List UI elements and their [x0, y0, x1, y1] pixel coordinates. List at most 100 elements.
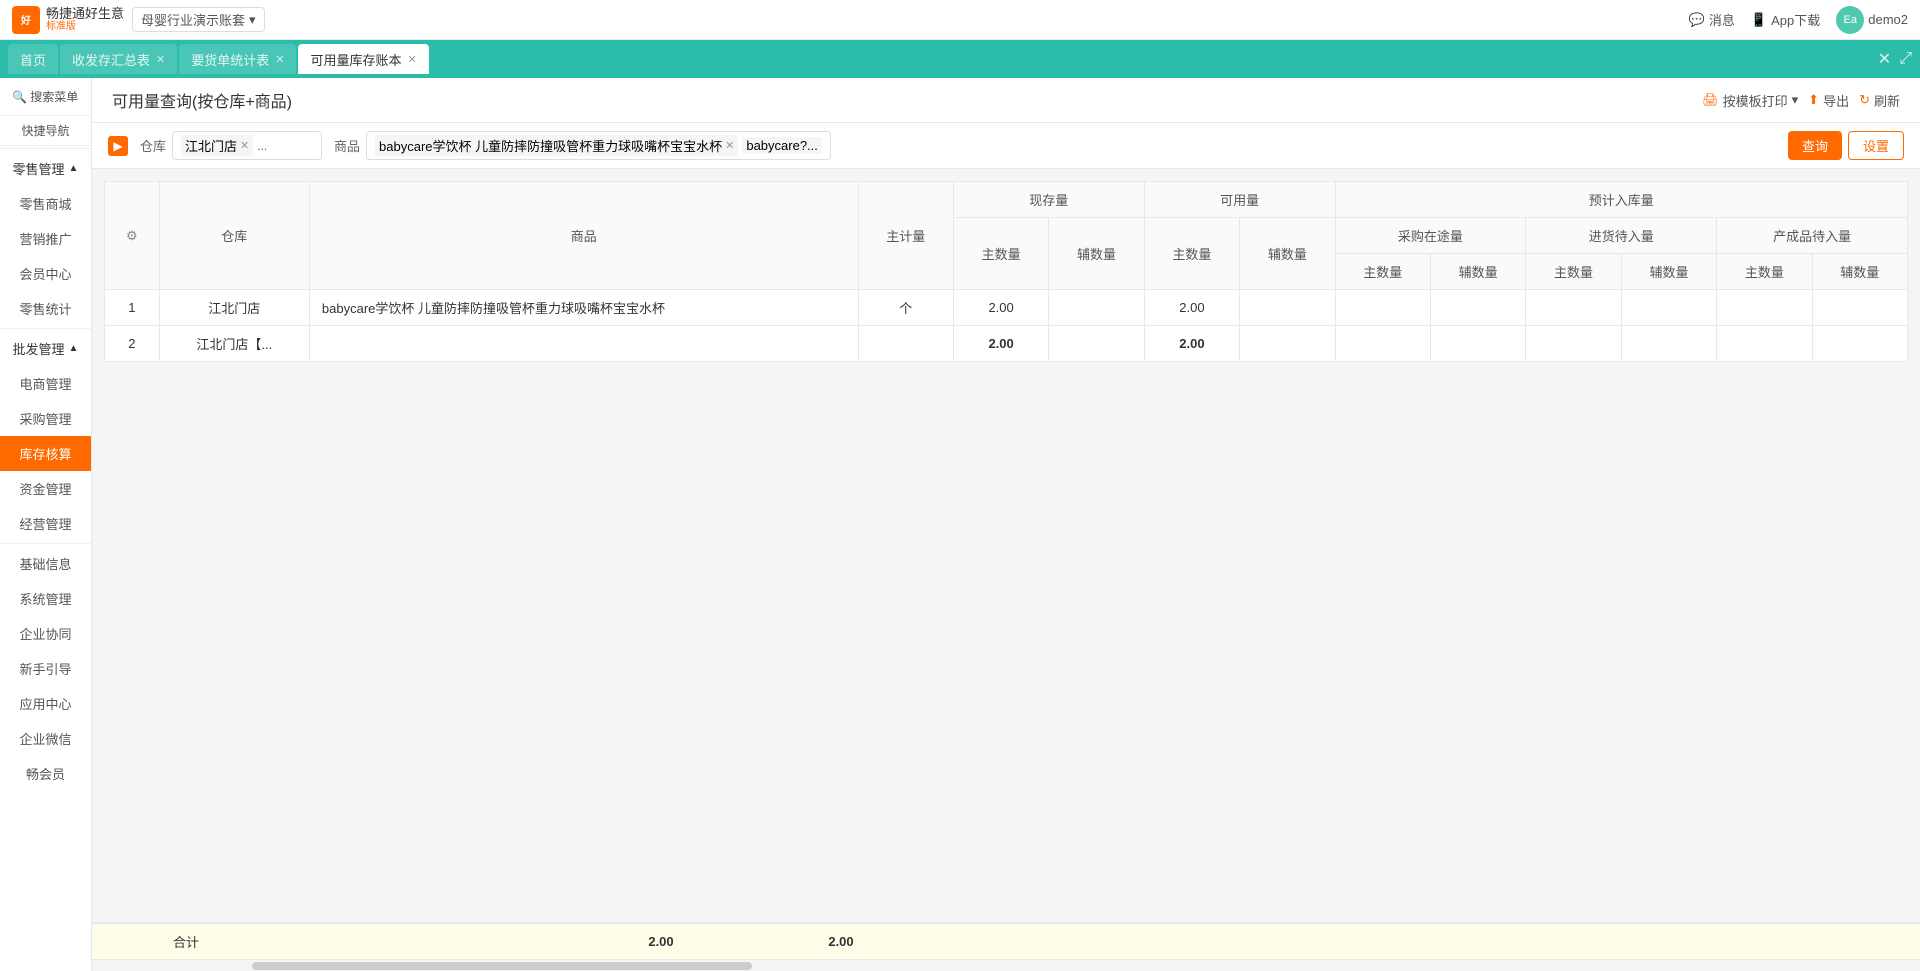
tab-close-order-stats[interactable]: ✕: [275, 53, 284, 66]
tab-home[interactable]: 首页: [8, 44, 58, 74]
print-icon: 🖨: [1702, 92, 1719, 108]
product-label: 商品: [334, 136, 360, 155]
sidebar: 🔍 搜索菜单 快捷导航 零售管理 ▲ 零售商城 营销推广 会员中心 零售统计 批…: [0, 78, 92, 971]
message-button[interactable]: 💬 消息: [1689, 10, 1735, 29]
divider: [0, 148, 91, 149]
chevron-down-icon: ▲: [69, 343, 79, 354]
th-pit-aux: 辅数量: [1430, 254, 1525, 290]
th-current-aux: 辅数量: [1049, 218, 1144, 290]
footer-rest: [976, 932, 1908, 951]
message-icon: 💬: [1689, 12, 1705, 28]
query-button[interactable]: 查询: [1788, 131, 1842, 160]
account-selector[interactable]: 母婴行业演示账套 ▾: [132, 7, 265, 32]
cell-available-aux-1: [1240, 290, 1335, 326]
sidebar-item-retail-stats[interactable]: 零售统计: [0, 291, 91, 326]
tab-order-stats[interactable]: 要货单统计表 ✕: [179, 44, 296, 74]
warehouse-input[interactable]: 江北门店 ✕ ...: [172, 131, 322, 160]
sidebar-item-member-center[interactable]: 会员中心: [0, 256, 91, 291]
divider3: [0, 543, 91, 544]
cell-available-aux-2: [1240, 326, 1335, 362]
download-icon: 📱: [1751, 12, 1767, 28]
th-inbound-pending: 进货待入量: [1526, 218, 1717, 254]
filter-bar: ▶ 仓库 江北门店 ✕ ... 商品 babycare学饮杯 儿童防摔防撞吸管杯…: [92, 123, 1920, 169]
tab-close-all-icon[interactable]: ✕: [1878, 49, 1891, 69]
cell-fp-aux-2: [1812, 326, 1907, 362]
sidebar-item-purchase-mgmt[interactable]: 采购管理: [0, 401, 91, 436]
content-area: 可用量查询(按仓库+商品) 🖨 按模板打印 ▾ ⬆ 导出 ↻ 刷新 ▶: [92, 78, 1920, 971]
divider2: [0, 328, 91, 329]
product-filter-group: 商品 babycare学饮杯 儿童防摔防撞吸管杯重力球吸嘴杯宝宝水杯 ✕ bab…: [334, 131, 831, 160]
footer-available-aux: [886, 932, 976, 951]
cell-product-2: [309, 326, 858, 362]
sidebar-item-enterprise-collab[interactable]: 企业协同: [0, 616, 91, 651]
sidebar-item-retail-mgmt[interactable]: 零售管理 ▲: [0, 151, 91, 186]
print-template-button[interactable]: 🖨 按模板打印 ▾: [1702, 91, 1798, 110]
horizontal-scrollbar[interactable]: [92, 959, 1920, 971]
th-current-stock: 现存量: [953, 182, 1144, 218]
footer-available-qty: 2.00: [796, 932, 886, 951]
warehouse-tag-remove[interactable]: ✕: [240, 139, 249, 152]
warehouse-tag: 江北门店 ✕: [181, 135, 253, 156]
cell-pit-aux-1: [1430, 290, 1525, 326]
sidebar-item-wholesale-mgmt[interactable]: 批发管理 ▲: [0, 331, 91, 366]
tab-bar-actions: ✕ ⤢: [1878, 49, 1912, 69]
refresh-button[interactable]: ↻ 刷新: [1859, 91, 1900, 110]
top-bar: 好 畅捷通好生意 标准版 母婴行业演示账套 ▾ 💬 消息 📱 App下载 Ea …: [0, 0, 1920, 40]
sidebar-item-operations-mgmt[interactable]: 经营管理: [0, 506, 91, 541]
scrollbar-thumb[interactable]: [252, 962, 752, 970]
sidebar-item-finance-mgmt[interactable]: 资金管理: [0, 471, 91, 506]
th-unit: 主计量: [858, 182, 953, 290]
app-download-button[interactable]: 📱 App下载: [1751, 10, 1820, 29]
tab-expand-icon[interactable]: ⤢: [1899, 50, 1912, 68]
th-fp-qty: 主数量: [1717, 254, 1812, 290]
cell-warehouse-1: 江北门店: [159, 290, 309, 326]
filter-expand-button[interactable]: ▶: [108, 136, 128, 156]
user-avatar[interactable]: Ea demo2: [1836, 6, 1908, 34]
tab-available-stock[interactable]: 可用量库存账本 ✕: [298, 44, 428, 74]
page-header: 可用量查询(按仓库+商品) 🖨 按模板打印 ▾ ⬆ 导出 ↻ 刷新: [92, 78, 1920, 123]
table-footer: 合计 2.00 2.00: [92, 922, 1920, 959]
cell-fp-qty-1: [1717, 290, 1812, 326]
th-gear[interactable]: ⚙: [105, 182, 160, 290]
sidebar-item-app-center[interactable]: 应用中心: [0, 686, 91, 721]
product-input[interactable]: babycare学饮杯 儿童防摔防撞吸管杯重力球吸嘴杯宝宝水杯 ✕ babyca…: [366, 131, 831, 160]
cell-product-1: babycare学饮杯 儿童防摔防撞吸管杯重力球吸嘴杯宝宝水杯: [309, 290, 858, 326]
cell-ip-qty-1: [1526, 290, 1621, 326]
sidebar-item-retail-shop[interactable]: 零售商城: [0, 186, 91, 221]
sidebar-item-new-guide[interactable]: 新手引导: [0, 651, 91, 686]
sidebar-item-enterprise-wechat[interactable]: 企业微信: [0, 721, 91, 756]
page-title: 可用量查询(按仓库+商品): [112, 88, 292, 112]
sidebar-item-quick-nav[interactable]: 快捷导航: [0, 116, 91, 146]
export-icon: ⬆: [1808, 92, 1819, 108]
sidebar-item-ecommerce-mgmt[interactable]: 电商管理: [0, 366, 91, 401]
th-ip-qty: 主数量: [1526, 254, 1621, 290]
cell-ip-qty-2: [1526, 326, 1621, 362]
product-tag-2: babycare?...: [742, 137, 822, 154]
tab-receipt-summary[interactable]: 收发存汇总表 ✕: [60, 44, 177, 74]
warehouse-more[interactable]: ...: [257, 139, 267, 153]
tab-close-available-stock[interactable]: ✕: [408, 53, 417, 66]
export-button[interactable]: ⬆ 导出: [1808, 91, 1849, 110]
sidebar-item-inventory-check[interactable]: 库存核算: [0, 436, 91, 471]
th-current-qty: 主数量: [953, 218, 1048, 290]
th-fp-aux: 辅数量: [1812, 254, 1907, 290]
product-tag-1-remove[interactable]: ✕: [725, 139, 734, 152]
sidebar-item-basic-info[interactable]: 基础信息: [0, 546, 91, 581]
sidebar-item-marketing[interactable]: 营销推广: [0, 221, 91, 256]
cell-warehouse-2: 江北门店【...: [159, 326, 309, 362]
tab-close-receipt[interactable]: ✕: [156, 53, 165, 66]
cell-fp-aux-1: [1812, 290, 1907, 326]
set-button[interactable]: 设置: [1848, 131, 1904, 160]
footer-label: 合计: [136, 932, 236, 951]
sidebar-item-system-mgmt[interactable]: 系统管理: [0, 581, 91, 616]
cell-current-aux-2: [1049, 326, 1144, 362]
th-pit-qty: 主数量: [1335, 254, 1430, 290]
cell-available-qty-1: 2.00: [1144, 290, 1239, 326]
search-menu-button[interactable]: 🔍 搜索菜单: [8, 86, 83, 107]
warehouse-filter-group: 仓库 江北门店 ✕ ...: [140, 131, 322, 160]
th-warehouse: 仓库: [159, 182, 309, 290]
cell-ip-aux-2: [1621, 326, 1716, 362]
cell-unit-1: 个: [858, 290, 953, 326]
sidebar-item-vip-member[interactable]: 畅会员: [0, 756, 91, 791]
avatar: Ea: [1836, 6, 1864, 34]
